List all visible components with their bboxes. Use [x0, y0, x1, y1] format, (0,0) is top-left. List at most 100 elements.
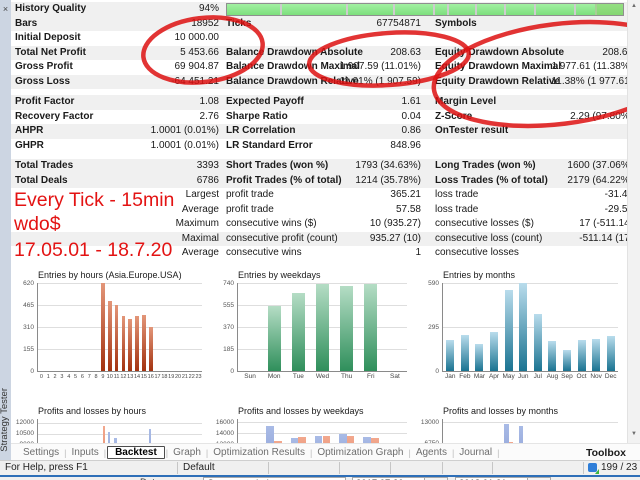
gridline: [38, 422, 202, 424]
toolbox-label: Toolbox: [585, 446, 626, 459]
x-tick-label: 21: [181, 374, 188, 380]
x-tick-label: 2: [53, 374, 57, 380]
close-icon[interactable]: ×: [0, 4, 11, 15]
bar: [340, 285, 354, 371]
bar: [364, 284, 378, 371]
x-tick-label: 1: [46, 374, 50, 380]
report-cell: 208.63: [390, 46, 421, 58]
tab-bar: Settings | Inputs | Backtest | Graph | Optimizat…: [11, 443, 640, 461]
y-tick-label: 620: [23, 279, 34, 287]
chart-entries-by-hours: Entries by hours (Asia.Europe.USA) 620 465…: [11, 270, 211, 382]
y-tick-label: 16000: [215, 418, 234, 426]
x-tick-label: May: [502, 373, 515, 380]
bar: [504, 290, 513, 371]
vertical-scrollbar[interactable]: ▲ ▼: [627, 0, 640, 443]
report-row: Profit Factor 1.08 Expected Payoff 1.61 Marg…: [11, 95, 627, 110]
report-cell: 0: [509, 124, 627, 139]
x-tick-label: Sep: [561, 373, 573, 380]
report-cell: 67754871: [376, 17, 422, 29]
status-separator: [339, 462, 340, 474]
x-tick-label: 18: [161, 374, 168, 380]
y-tick-label: 14000: [215, 429, 234, 437]
x-tick-label: Aug: [546, 373, 559, 380]
report-row: Maximum consecutive wins ($) 10 (935.27) co…: [11, 217, 627, 232]
x-tick-label: 5: [74, 374, 78, 380]
report-row: Initial Deposit 10 000.00: [11, 31, 627, 46]
annotation-text-1: Every Tick - 15min: [14, 189, 175, 211]
x-tick-label: 23: [195, 374, 202, 380]
report-row: Total Net Profit 5 453.66 Balance Drawdown…: [11, 45, 627, 60]
report-cell: 11.38% (1 977.61): [551, 75, 627, 87]
y-tick-label: 13000: [420, 418, 439, 426]
bar: [518, 426, 524, 443]
report-cell: 11.01% (1 907.59): [339, 75, 421, 87]
chart-title: Profits and losses by weekdays: [238, 406, 364, 416]
x-tick-label: Sun: [244, 373, 256, 380]
tab-optimization-graph[interactable]: Optimization Graph: [313, 447, 407, 458]
report-cell: 935.27 (10): [369, 232, 421, 244]
gridline: [238, 422, 407, 424]
report-cell: -511.14 (17): [579, 232, 627, 244]
annotation-text-2: wdo$: [14, 213, 61, 235]
status-separator: [177, 462, 178, 474]
bar: [135, 316, 139, 371]
bar: [114, 305, 119, 371]
x-tick-label: 12: [120, 374, 127, 380]
y-tick-label: 295: [428, 323, 439, 331]
x-tick-label: Jan: [445, 373, 456, 380]
bar: [107, 431, 110, 443]
y-tick-label: 155: [23, 345, 34, 353]
report-cell: 1: [509, 17, 627, 32]
calendar-icon[interactable]: ▦▾: [527, 476, 551, 480]
report-cell: 848.96: [390, 139, 421, 151]
bar: [519, 283, 528, 371]
chart-title: Entries by hours (Asia.Europe.USA): [38, 270, 182, 280]
x-tick-label: Jul: [533, 373, 542, 380]
x-tick-label: Sat: [390, 373, 400, 380]
report-row: History Quality 94%: [11, 2, 627, 17]
report-cell: 2.29 (97.80%): [570, 110, 627, 122]
y-tick-label: 10500: [15, 430, 34, 438]
date-from-field[interactable]: 2017.07.20: [352, 476, 427, 480]
date-strip: Date: Custom period▾ 2017.07.20 ▦▾ 2018.…: [0, 476, 640, 480]
x-tick-label: Wed: [315, 373, 330, 380]
x-tick-label: 17: [154, 374, 161, 380]
bar: [446, 339, 455, 371]
scroll-down-icon[interactable]: ▼: [628, 428, 640, 441]
x-tick-label: 20: [175, 374, 182, 380]
y-tick-label: 12000: [15, 419, 34, 427]
status-help-text: For Help, press F1: [5, 462, 88, 473]
report-row: AHPR 1.0001 (0.01%) LR Correlation 0.86 OnTe…: [11, 124, 627, 139]
tab-graph[interactable]: Graph: [169, 447, 205, 458]
date-to-field[interactable]: 2018.01.21: [455, 476, 530, 480]
calendar-icon[interactable]: ▦▾: [424, 476, 448, 480]
chart-title: Profits and losses by months: [443, 406, 559, 416]
bar: [102, 425, 106, 443]
tab-journal[interactable]: Journal: [455, 447, 496, 458]
gridline: [443, 283, 618, 284]
bar: [267, 306, 281, 371]
tab-settings[interactable]: Settings: [19, 447, 63, 458]
tab-backtest[interactable]: Backtest: [107, 446, 165, 459]
bar: [460, 335, 469, 371]
report-cell: 2.76: [199, 110, 219, 122]
period-select[interactable]: Custom period▾: [203, 476, 346, 480]
network-traffic-icon: [588, 463, 599, 474]
report-cell: 3: [509, 246, 627, 261]
report-row: Total Trades 3393 Short Trades (won %) 1793…: [11, 159, 627, 174]
chart-title: Entries by weekdays: [238, 270, 321, 280]
report-cell: 0.86: [401, 125, 421, 136]
report-cell: Maximum: [175, 218, 219, 229]
tab-optimization-results[interactable]: Optimization Results: [209, 447, 309, 458]
report-cell: 6786: [196, 174, 219, 186]
tab-agents[interactable]: Agents: [412, 447, 451, 458]
scroll-up-icon[interactable]: ▲: [628, 0, 640, 13]
tab-inputs[interactable]: Inputs: [67, 447, 102, 458]
y-tick-label: 0: [30, 367, 34, 375]
y-tick-label: 370: [223, 323, 234, 331]
report-cell: 2179 (64.22%): [567, 174, 627, 186]
backtest-report-panel: History Quality 94% Bars 18952 Ticks 67754871…: [11, 0, 627, 443]
report-cell: 1.0001 (0.01%): [150, 125, 219, 136]
y-tick-label: 740: [223, 279, 234, 287]
status-separator: [268, 462, 269, 474]
